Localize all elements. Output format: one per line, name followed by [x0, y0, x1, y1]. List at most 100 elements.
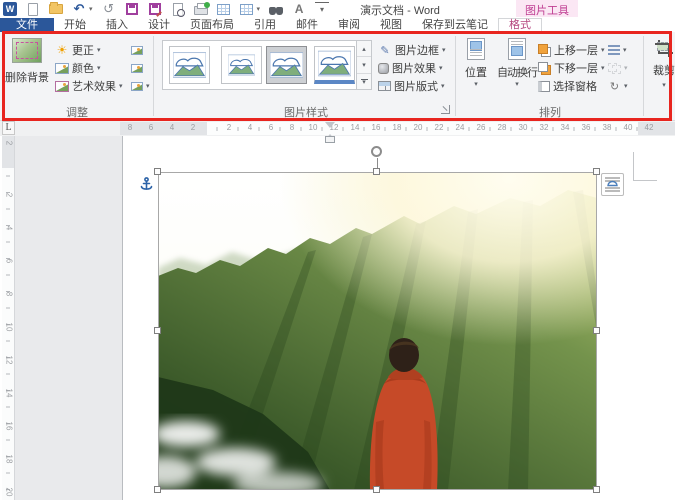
insert-table-button[interactable]	[240, 2, 254, 16]
picture-border-button[interactable]: ✎ 图片边框 ▾	[378, 42, 446, 58]
crop-button[interactable]: 裁剪 ▾	[649, 40, 675, 89]
position-button[interactable]: 位置 ▾	[459, 38, 493, 88]
find-button[interactable]	[269, 2, 283, 16]
vertical-ruler-ticks	[6, 168, 10, 500]
ruler-number: 2	[185, 123, 201, 132]
send-backward-button[interactable]: 下移一层 ▾	[538, 60, 605, 76]
table-button[interactable]	[217, 2, 231, 16]
ruler-number: 20	[410, 123, 426, 132]
tab-view[interactable]: 视图	[370, 18, 412, 32]
gallery-more-button[interactable]: ▾	[357, 74, 371, 89]
insert-table-dropdown[interactable]: ▾	[257, 5, 261, 13]
word-logo-icon[interactable]: W	[3, 2, 17, 16]
ruler-number: 16	[3, 420, 15, 433]
style-thumbnail-2[interactable]	[221, 46, 262, 84]
change-picture-button[interactable]	[131, 60, 143, 76]
title-bar: W ↶ ▾ ↺ ▾ A ▾ 演示文档 - Word 图片工具	[0, 0, 675, 18]
style-thumbnail-1[interactable]	[169, 46, 210, 84]
crop-icon	[655, 40, 673, 57]
wrap-text-label: 自动换行	[497, 64, 537, 80]
picture-layout-button[interactable]: 图片版式 ▾	[378, 78, 445, 94]
selection-pane-button[interactable]: 选择窗格	[538, 78, 597, 94]
redo-button[interactable]: ↺	[102, 2, 116, 16]
quick-access-toolbar: W ↶ ▾ ↺ ▾ A ▾	[3, 1, 329, 17]
layout-options-icon	[604, 176, 621, 193]
new-document-icon	[28, 3, 38, 16]
bring-forward-button[interactable]: 上移一层 ▾	[538, 42, 605, 58]
ruler-number: 14	[3, 387, 15, 400]
ruler-number: 4	[164, 123, 180, 132]
ruler-number: 2	[3, 189, 15, 202]
resize-handle-middle-left[interactable]	[154, 327, 161, 334]
ruler-number: 10	[3, 321, 15, 334]
ruler-number: 28	[494, 123, 510, 132]
tab-review[interactable]: 审阅	[328, 18, 370, 32]
remove-background-button[interactable]: 删除背景	[4, 38, 50, 85]
compress-picture-button[interactable]	[131, 42, 143, 58]
open-button[interactable]	[49, 2, 63, 16]
tab-insert[interactable]: 插入	[96, 18, 138, 32]
ruler-number: 8	[3, 288, 15, 301]
save-button[interactable]	[125, 2, 139, 16]
tab-file[interactable]: 文件	[0, 18, 54, 32]
corrections-button[interactable]: ☀ 更正 ▾	[55, 42, 101, 58]
tab-references[interactable]: 引用	[244, 18, 286, 32]
save-as-icon	[149, 3, 161, 15]
gallery-scroll-down[interactable]: ▾	[357, 57, 371, 73]
style-thumbnail-3-selected[interactable]	[266, 46, 307, 84]
picture-effects-label: 图片效果	[392, 60, 436, 76]
ribbon-tabs: 文件 开始 插入 设计 页面布局 引用 邮件 审阅 视图 保存到云笔记 格式	[0, 18, 675, 32]
ruler-number: 18	[3, 453, 15, 466]
tab-save-to-cloud[interactable]: 保存到云笔记	[412, 18, 498, 32]
corrections-label: 更正	[72, 42, 94, 58]
tab-format[interactable]: 格式	[498, 18, 542, 32]
layout-options-button[interactable]	[601, 173, 624, 196]
artistic-effects-button[interactable]: 艺术效果 ▾	[55, 78, 123, 94]
rotate-button[interactable]: ↻ ▾	[608, 78, 628, 94]
tab-mailings[interactable]: 邮件	[286, 18, 328, 32]
color-button[interactable]: 颜色 ▾	[55, 60, 101, 76]
wrap-text-button[interactable]: 自动换行 ▾	[494, 38, 540, 88]
tab-design[interactable]: 设计	[138, 18, 180, 32]
picture-layout-dropdown: ▾	[441, 82, 445, 90]
tab-page-layout[interactable]: 页面布局	[180, 18, 244, 32]
tab-home[interactable]: 开始	[54, 18, 96, 32]
resize-handle-top-left[interactable]	[154, 168, 161, 175]
print-preview-button[interactable]	[171, 2, 185, 16]
resize-handle-top-right[interactable]	[593, 168, 600, 175]
resize-handle-bottom-left[interactable]	[154, 486, 161, 493]
group-separator	[455, 36, 456, 116]
resize-handle-bottom-right[interactable]	[593, 486, 600, 493]
picture-effects-dropdown: ▾	[439, 64, 443, 72]
bring-forward-dropdown: ▾	[601, 46, 605, 54]
undo-button[interactable]: ↶	[72, 2, 86, 16]
horizontal-ruler: 8 6 4 2 2 4 6 8 10 12 14 16 18 20 22 24 …	[120, 122, 675, 135]
save-as-button[interactable]	[148, 2, 162, 16]
align-button[interactable]: ▾	[608, 42, 627, 58]
left-indent-marker[interactable]	[325, 136, 335, 143]
new-document-button[interactable]	[26, 2, 40, 16]
rotate-dropdown: ▾	[624, 82, 628, 90]
selection-pane-label: 选择窗格	[553, 78, 597, 94]
open-folder-icon	[49, 4, 63, 14]
resize-handle-bottom-center[interactable]	[373, 486, 380, 493]
styles-dialog-launcher[interactable]	[441, 105, 450, 114]
selected-picture[interactable]	[158, 172, 597, 490]
quick-print-button[interactable]	[194, 2, 208, 16]
reset-picture-button[interactable]: ▾	[131, 78, 150, 94]
wrap-text-dropdown: ▾	[515, 80, 519, 88]
rotate-icon: ↻	[608, 80, 621, 93]
resize-handle-top-center[interactable]	[373, 168, 380, 175]
tab-stop-selector[interactable]: L	[2, 121, 15, 135]
picture-layout-label: 图片版式	[394, 78, 438, 94]
undo-dropdown[interactable]: ▾	[89, 5, 93, 13]
picture-border-label: 图片边框	[395, 42, 439, 58]
align-dropdown: ▾	[623, 46, 627, 54]
gallery-scroll-up[interactable]: ▴	[357, 41, 371, 57]
picture-effects-button[interactable]: 图片效果 ▾	[378, 60, 443, 76]
rotation-handle[interactable]	[371, 146, 382, 157]
anchor-icon[interactable]	[140, 177, 153, 193]
ruler-number: 2	[221, 123, 237, 132]
resize-handle-middle-right[interactable]	[593, 327, 600, 334]
style-thumbnail-4[interactable]	[314, 46, 355, 84]
